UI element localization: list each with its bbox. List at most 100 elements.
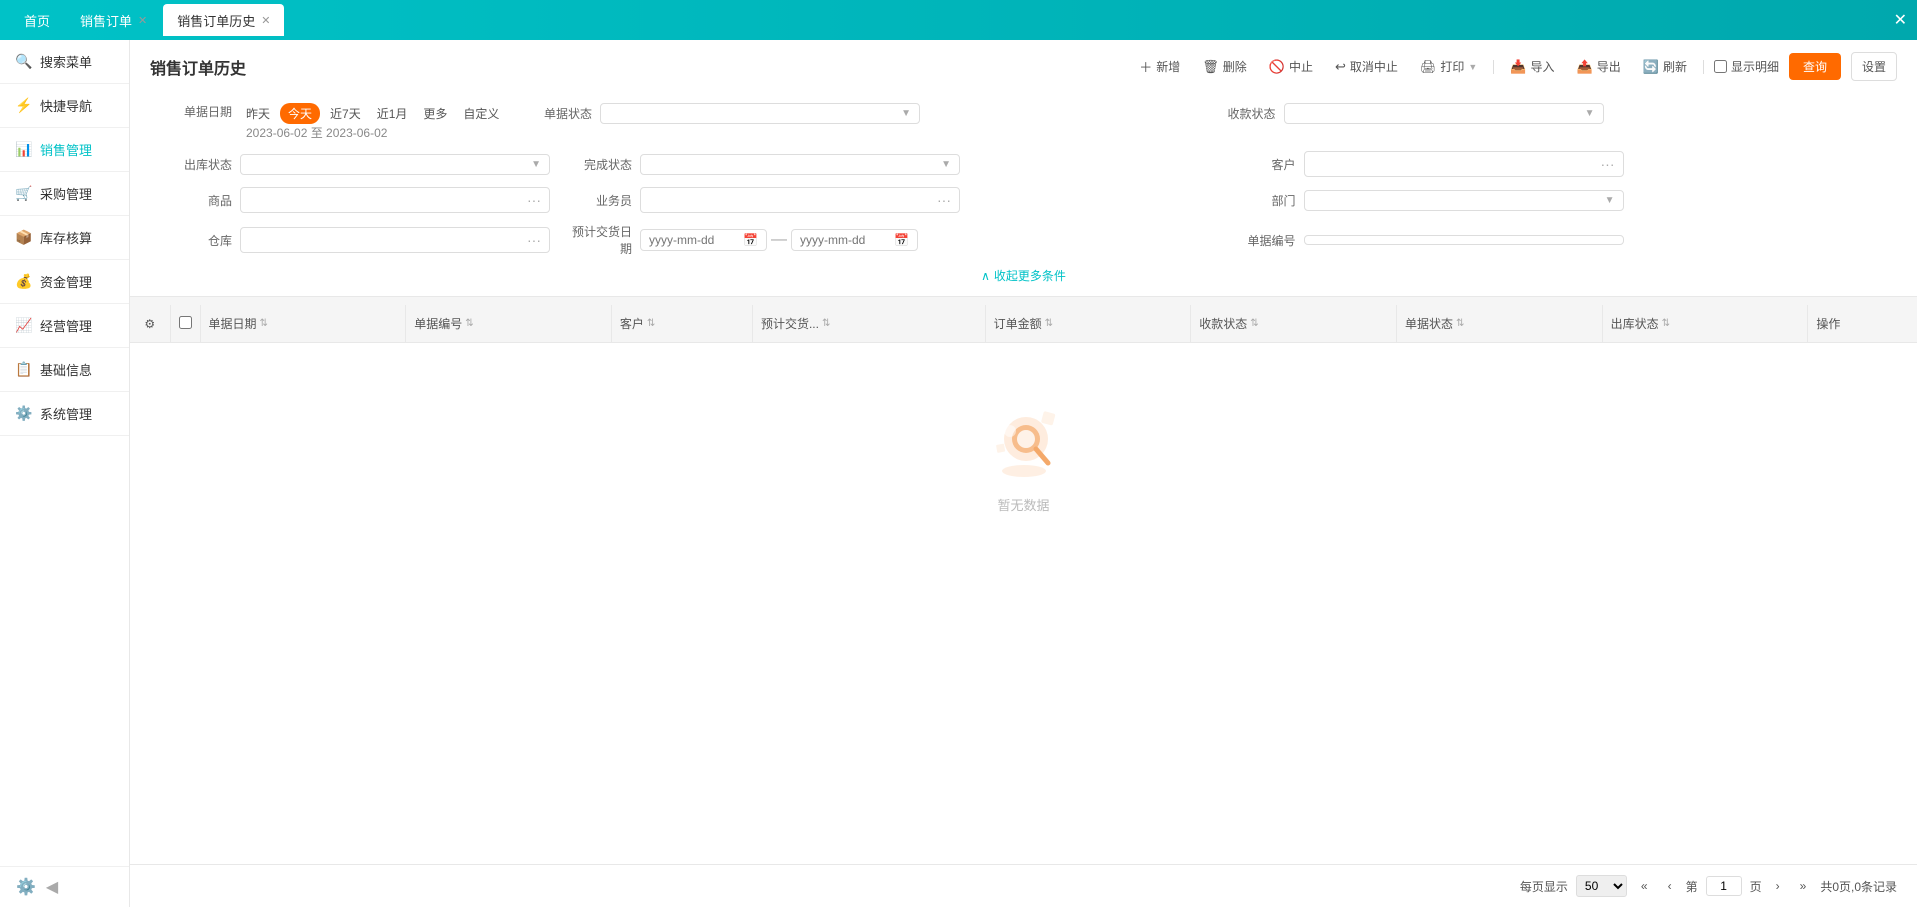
order-status-select[interactable]: ▼ — [600, 103, 920, 124]
delete-button[interactable]: 🗑 删除 — [1196, 54, 1253, 79]
search-menu-icon: 🔍 — [16, 54, 32, 70]
sidebar-item-inventory-calc-label: 库存核算 — [40, 228, 92, 247]
top-bar: 首页 销售订单 ✕ 销售订单历史 ✕ ✕ — [0, 0, 1917, 40]
settings-button[interactable]: 设置 — [1851, 52, 1897, 81]
last-page-button[interactable]: » — [1794, 877, 1813, 895]
salesperson-input[interactable]: ··· — [640, 187, 960, 213]
th-number[interactable]: 单据编号 ⇅ — [406, 305, 612, 343]
sidebar-item-inventory-calc[interactable]: 📦 库存核算 — [0, 216, 129, 260]
sidebar-item-capital-mgmt[interactable]: 💰 资金管理 — [0, 260, 129, 304]
out-status-select[interactable]: ▼ — [240, 154, 550, 175]
warehouse-label: 仓库 — [170, 232, 240, 249]
prev-page-button[interactable]: ‹ — [1662, 877, 1678, 895]
settings-icon[interactable]: ⚙ — [144, 317, 155, 331]
import-label: 导入 — [1531, 58, 1555, 75]
tab-sales-order-close[interactable]: ✕ — [138, 14, 147, 27]
import-icon: 📥 — [1510, 59, 1526, 75]
filter-cell-salesperson: 业务员 ··· — [570, 187, 1214, 213]
page-number-input[interactable] — [1706, 876, 1742, 896]
next-page-button[interactable]: › — [1770, 877, 1786, 895]
warehouse-input[interactable]: ··· — [240, 227, 550, 253]
warehouse-ellipsis-icon[interactable]: ··· — [527, 232, 541, 248]
sidebar-item-basic-info-label: 基础信息 — [40, 360, 92, 379]
print-icon: 🖨 — [1420, 59, 1437, 75]
sidebar-item-search-menu[interactable]: 🔍 搜索菜单 — [0, 40, 129, 84]
dept-select[interactable]: ▼ — [1304, 190, 1624, 211]
goods-input[interactable]: ··· — [240, 187, 550, 213]
complete-status-select[interactable]: ▼ — [640, 154, 960, 175]
sidebar-settings-icon[interactable]: ⚙️ — [16, 877, 36, 897]
th-amount[interactable]: 订单金额 ⇅ — [985, 305, 1191, 343]
delivery-date-start-cal-icon[interactable]: 📅 — [743, 233, 758, 247]
date-filter-label: 单据日期 — [170, 103, 240, 120]
collapse-bar[interactable]: ∧ 收起更多条件 — [170, 261, 1877, 286]
sidebar-item-capital-mgmt-label: 资金管理 — [40, 272, 92, 291]
payment-status-arrow-icon: ▼ — [1585, 108, 1595, 119]
filter-cell-order-status: 单据状态 ▼ — [530, 103, 1194, 124]
delivery-date-separator: — — [771, 231, 787, 249]
print-button[interactable]: 🖨 打印 ▼ — [1414, 54, 1483, 79]
purchase-mgmt-icon: 🛒 — [16, 186, 32, 202]
print-label: 打印 — [1440, 58, 1464, 75]
date-btn-today[interactable]: 今天 — [280, 103, 320, 124]
delivery-date-start-input[interactable] — [649, 233, 739, 247]
sidebar-collapse-icon[interactable]: ◀ — [46, 877, 58, 897]
th-delivery-date[interactable]: 预计交货... ⇅ — [752, 305, 985, 343]
sidebar-item-operations-mgmt[interactable]: 📈 经营管理 — [0, 304, 129, 348]
close-window-icon[interactable]: ✕ — [1894, 10, 1907, 30]
sidebar-item-quick-nav[interactable]: ⚡ 快捷导航 — [0, 84, 129, 128]
capital-mgmt-icon: 💰 — [16, 274, 32, 290]
sidebar-item-sales-mgmt[interactable]: 📊 销售管理 — [0, 128, 129, 172]
th-settings[interactable]: ⚙ — [130, 305, 170, 343]
toolbar-divider-1 — [1493, 60, 1494, 74]
delivery-date-end-input[interactable] — [800, 233, 890, 247]
sidebar-item-purchase-mgmt[interactable]: 🛒 采购管理 — [0, 172, 129, 216]
date-btn-custom[interactable]: 自定义 — [457, 103, 505, 124]
tab-sales-order-history-close[interactable]: ✕ — [261, 14, 270, 27]
customer-label: 客户 — [1234, 156, 1304, 173]
date-btn-1month[interactable]: 近1月 — [371, 103, 414, 124]
date-btn-more[interactable]: 更多 — [417, 103, 453, 124]
th-payment-status-sort-icon: ⇅ — [1250, 318, 1258, 329]
th-customer[interactable]: 客户 ⇅ — [611, 305, 752, 343]
query-button[interactable]: 查询 — [1789, 53, 1841, 80]
salesperson-ellipsis-icon[interactable]: ··· — [937, 192, 951, 208]
th-amount-sort-icon: ⇅ — [1045, 318, 1053, 329]
date-btn-yesterday[interactable]: 昨天 — [240, 103, 276, 124]
goods-label: 商品 — [170, 192, 240, 209]
th-order-status[interactable]: 单据状态 ⇅ — [1396, 305, 1602, 343]
add-button[interactable]: ＋ 新增 — [1133, 53, 1186, 80]
export-button[interactable]: 📤 导出 — [1571, 54, 1627, 79]
import-button[interactable]: 📥 导入 — [1504, 54, 1560, 79]
th-payment-status[interactable]: 收款状态 ⇅ — [1191, 305, 1397, 343]
sidebar-item-sys-mgmt[interactable]: ⚙️ 系统管理 — [0, 392, 129, 436]
refresh-icon: 🔄 — [1643, 59, 1659, 75]
cancel-stop-icon: ↩ — [1335, 59, 1346, 75]
page-size-select[interactable]: 50 10 20 100 — [1576, 875, 1627, 897]
delivery-date-end-cal-icon[interactable]: 📅 — [894, 233, 909, 247]
out-status-arrow-icon: ▼ — [531, 159, 541, 170]
stop-button[interactable]: 🚫 中止 — [1263, 54, 1319, 79]
refresh-button[interactable]: 🔄 刷新 — [1637, 54, 1693, 79]
tab-sales-order-history[interactable]: 销售订单历史 ✕ — [163, 4, 284, 36]
payment-status-select[interactable]: ▼ — [1284, 103, 1604, 124]
sidebar-item-basic-info[interactable]: 📋 基础信息 — [0, 348, 129, 392]
filter-cell-date: 单据日期 昨天 今天 近7天 近1月 更多 自定义 2023-06-02 至 2… — [170, 103, 510, 141]
tab-home[interactable]: 首页 — [10, 4, 64, 36]
cancel-stop-button[interactable]: ↩ 取消中止 — [1329, 54, 1404, 79]
show-detail-check[interactable]: 显示明细 — [1714, 58, 1779, 75]
th-date[interactable]: 单据日期 ⇅ — [200, 305, 406, 343]
date-btn-7days[interactable]: 近7天 — [324, 103, 367, 124]
tab-sales-order[interactable]: 销售订单 ✕ — [66, 4, 161, 36]
goods-ellipsis-icon[interactable]: ··· — [527, 192, 541, 208]
sidebar-item-sys-mgmt-label: 系统管理 — [40, 404, 92, 423]
show-detail-checkbox[interactable] — [1714, 60, 1727, 73]
customer-input[interactable]: ··· — [1304, 151, 1624, 177]
order-number-input[interactable] — [1304, 235, 1624, 245]
th-out-status[interactable]: 出库状态 ⇅ — [1602, 305, 1808, 343]
tab-sales-order-history-label: 销售订单历史 — [177, 11, 255, 30]
th-checkbox[interactable] — [170, 305, 200, 343]
select-all-checkbox[interactable] — [179, 316, 192, 329]
first-page-button[interactable]: « — [1635, 877, 1654, 895]
customer-ellipsis-icon[interactable]: ··· — [1601, 156, 1615, 172]
